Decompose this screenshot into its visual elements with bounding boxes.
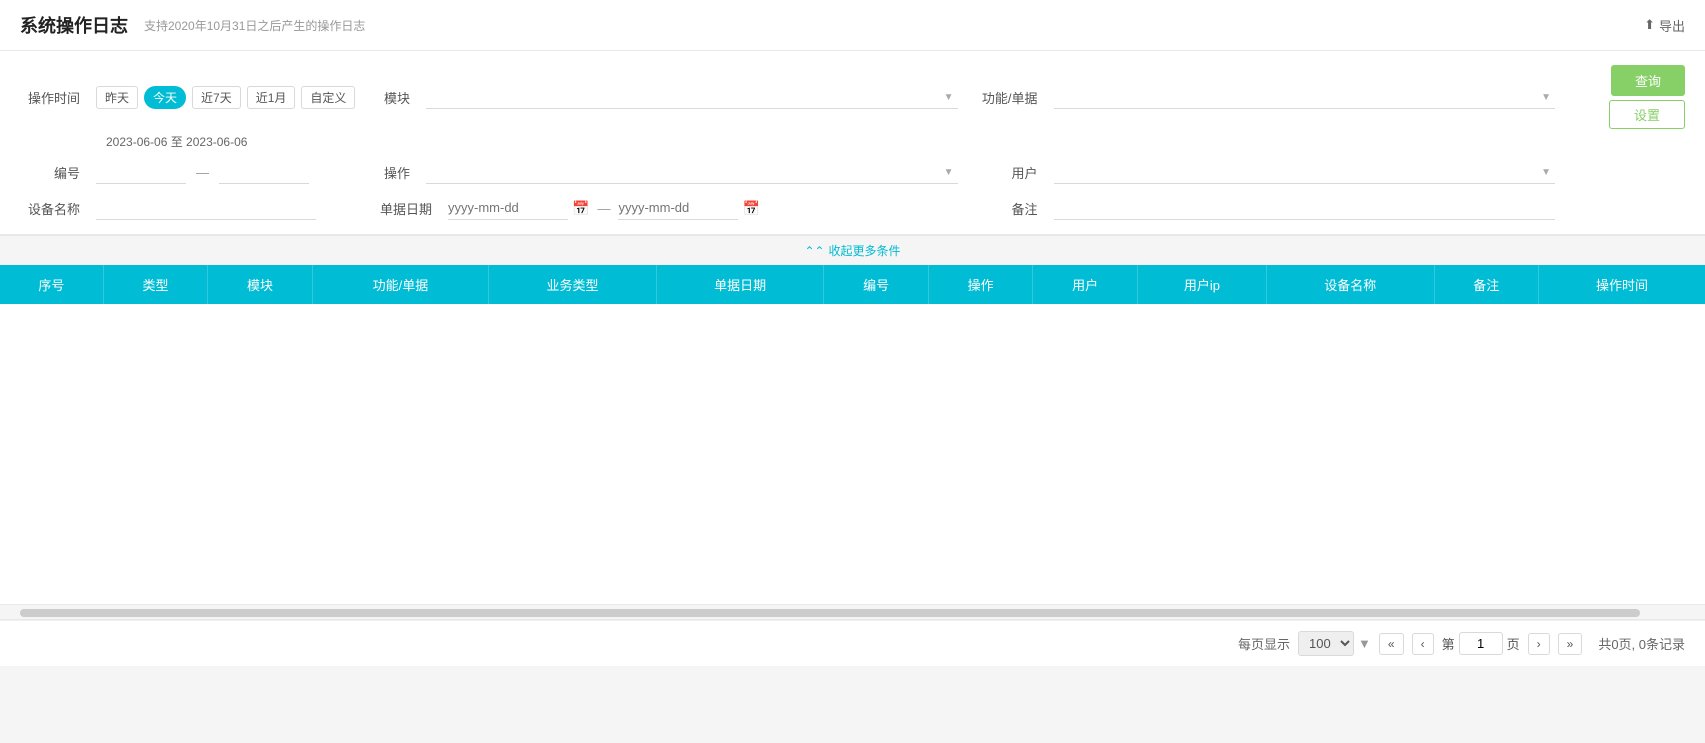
cal-icon-end[interactable]: 📅 <box>742 200 759 217</box>
scrollbar-area[interactable] <box>0 604 1705 620</box>
collapse-bar[interactable]: ⌃⌃ 收起更多条件 <box>0 235 1705 265</box>
collapse-label: 收起更多条件 <box>829 242 901 259</box>
device-input[interactable] <box>96 196 316 220</box>
total-info: 共0页, 0条记录 <box>1598 634 1685 653</box>
remarks-label: 备注 <box>978 199 1048 218</box>
last-page-button[interactable]: » <box>1558 633 1583 655</box>
col-doc-date: 单据日期 <box>656 265 824 304</box>
time-range: 2023-06-06 至 2023-06-06 <box>106 135 247 149</box>
page-suffix-label: 页 <box>1507 634 1520 653</box>
page-info: 第 页 <box>1442 632 1520 655</box>
number-label: 编号 <box>20 163 90 182</box>
first-page-button[interactable]: « <box>1379 633 1404 655</box>
page-number-input[interactable] <box>1459 632 1503 655</box>
time-btn-today[interactable]: 今天 <box>144 86 186 109</box>
cal-icon-start[interactable]: 📅 <box>572 200 589 217</box>
col-user-ip: 用户ip <box>1137 265 1266 304</box>
filter-section: 操作时间 昨天 今天 近7天 近1月 自定义 模块 ▼ 功能/单据 <box>0 51 1705 235</box>
col-user: 用户 <box>1033 265 1137 304</box>
date-range-dash: — <box>593 201 614 216</box>
document-date-label: 单据日期 <box>380 199 442 218</box>
export-button[interactable]: ⬆ 导出 <box>1644 16 1685 35</box>
page-size-select[interactable]: 100 10 20 50 200 <box>1298 631 1354 656</box>
operation-label: 操作 <box>380 163 420 182</box>
page-prefix-label: 第 <box>1442 634 1455 653</box>
scrollbar-thumb <box>20 609 1640 617</box>
operation-select[interactable] <box>426 160 958 184</box>
data-table: 序号 类型 模块 功能/单据 业务类型 单据日期 编号 操作 用户 用户ip 设… <box>0 265 1705 304</box>
col-device: 设备名称 <box>1266 265 1434 304</box>
next-page-button[interactable]: › <box>1528 633 1550 655</box>
time-btn-1month[interactable]: 近1月 <box>247 86 296 109</box>
time-label: 操作时间 <box>20 88 90 107</box>
settings-button[interactable]: 设置 <box>1609 100 1685 129</box>
table-header-row: 序号 类型 模块 功能/单据 业务类型 单据日期 编号 操作 用户 用户ip 设… <box>0 265 1705 304</box>
page-header: 系统操作日志 支持2020年10月31日之后产生的操作日志 ⬆ 导出 <box>0 0 1705 51</box>
user-select-wrapper: ▼ <box>1054 160 1556 184</box>
page-subtitle: 支持2020年10月31日之后产生的操作日志 <box>144 17 365 34</box>
col-number: 编号 <box>824 265 928 304</box>
page-size-label: 每页显示 <box>1238 634 1290 653</box>
date-end-input[interactable] <box>618 196 738 220</box>
collapse-chevron-icon: ⌃⌃ <box>804 244 824 258</box>
page-title: 系统操作日志 <box>20 12 128 38</box>
time-btn-yesterday[interactable]: 昨天 <box>96 86 138 109</box>
function-select-wrapper: ▼ <box>1054 85 1556 109</box>
col-function: 功能/单据 <box>312 265 488 304</box>
module-select-wrapper: ▼ <box>426 85 958 109</box>
col-module: 模块 <box>208 265 312 304</box>
page-size-chevron-icon: ▼ <box>1358 636 1371 651</box>
time-btn-7days[interactable]: 近7天 <box>192 86 241 109</box>
module-label: 模块 <box>380 88 420 107</box>
function-select[interactable] <box>1054 85 1556 109</box>
table-container: 序号 类型 模块 功能/单据 业务类型 单据日期 编号 操作 用户 用户ip 设… <box>0 265 1705 304</box>
col-sequence: 序号 <box>0 265 103 304</box>
col-remarks: 备注 <box>1434 265 1538 304</box>
remarks-input[interactable] <box>1054 196 1556 220</box>
pagination: 每页显示 100 10 20 50 200 ▼ « ‹ 第 页 › » 共0页,… <box>0 620 1705 666</box>
function-label: 功能/单据 <box>978 88 1048 107</box>
operation-select-wrapper: ▼ <box>426 160 958 184</box>
col-operation: 操作 <box>928 265 1032 304</box>
col-op-time: 操作时间 <box>1539 265 1705 304</box>
time-btn-custom[interactable]: 自定义 <box>301 86 355 109</box>
time-buttons: 昨天 今天 近7天 近1月 自定义 <box>96 86 355 109</box>
export-icon: ⬆ <box>1644 17 1655 33</box>
query-button[interactable]: 查询 <box>1611 65 1685 96</box>
number-input-start[interactable] <box>96 160 186 184</box>
device-label: 设备名称 <box>20 199 90 218</box>
user-label: 用户 <box>978 163 1048 182</box>
col-business-type: 业务类型 <box>489 265 657 304</box>
col-type: 类型 <box>103 265 207 304</box>
number-dash: — <box>192 165 213 180</box>
module-select[interactable] <box>426 85 958 109</box>
prev-page-button[interactable]: ‹ <box>1412 633 1434 655</box>
user-select[interactable] <box>1054 160 1556 184</box>
date-start-input[interactable] <box>448 196 568 220</box>
empty-area <box>0 304 1705 604</box>
date-input-group: 📅 — 📅 <box>448 196 760 220</box>
number-input-end[interactable] <box>219 160 309 184</box>
